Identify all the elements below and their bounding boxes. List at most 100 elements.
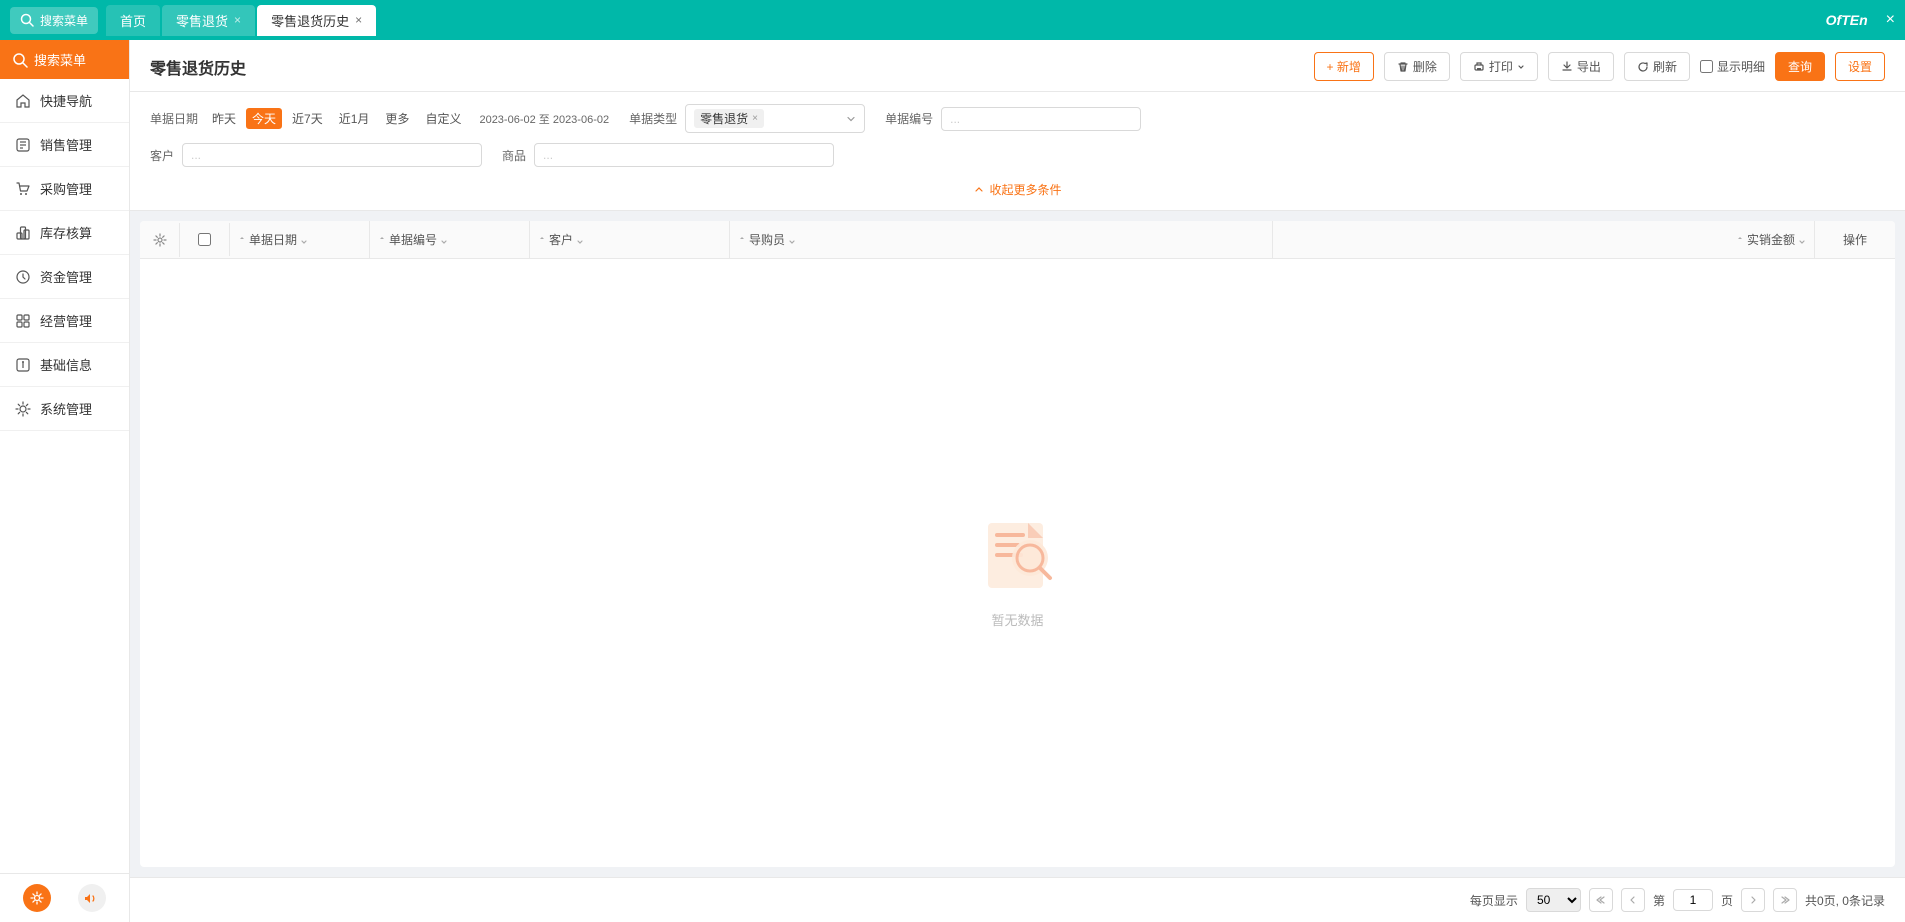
filter-order: 单据编号 ... xyxy=(885,107,1141,131)
sidebar-item-basic-info[interactable]: 基础信息 xyxy=(0,343,129,387)
tab-retail-return[interactable]: 零售退货 × xyxy=(162,5,255,36)
page-number-input[interactable] xyxy=(1673,889,1713,911)
total-label: 共0页, 0条记录 xyxy=(1805,892,1885,909)
sidebar-item-basic-info-label: 基础信息 xyxy=(40,355,92,374)
type-tag: 零售退货 × xyxy=(694,109,764,128)
first-page-icon xyxy=(1596,895,1606,905)
date-btn-7days[interactable]: 近7天 xyxy=(286,108,329,129)
tab-retail-return-history[interactable]: 零售退货历史 × xyxy=(257,5,376,36)
tab-home-label: 首页 xyxy=(120,11,146,30)
prev-page-btn[interactable] xyxy=(1621,888,1645,912)
sidebar-item-purchase[interactable]: 采购管理 xyxy=(0,167,129,211)
table-col-date[interactable]: 单据日期 xyxy=(230,221,370,258)
sort-desc-icon-date xyxy=(300,236,308,244)
table-col-order[interactable]: 单据编号 xyxy=(370,221,530,258)
tab-retail-return-history-close[interactable]: × xyxy=(355,13,362,27)
next-page-btn[interactable] xyxy=(1741,888,1765,912)
select-all-checkbox[interactable] xyxy=(198,233,211,246)
tab-retail-return-close[interactable]: × xyxy=(234,13,241,27)
table-col-action: 操作 xyxy=(1815,221,1895,258)
close-window-btn[interactable]: × xyxy=(1886,11,1895,29)
order-filter-input[interactable]: ... xyxy=(941,107,1141,131)
sort-icon-guide xyxy=(738,236,746,244)
type-tag-remove[interactable]: × xyxy=(752,113,758,124)
tab-retail-return-history-label: 零售退货历史 xyxy=(271,11,349,30)
table-col-customer[interactable]: 客户 xyxy=(530,221,730,258)
date-filter-label: 单据日期 xyxy=(150,110,198,127)
filter-row-1: 单据日期 昨天 今天 近7天 近1月 更多 自定义 2023-06-02 至 2… xyxy=(150,104,1885,133)
date-quick-btns: 昨天 今天 近7天 近1月 更多 自定义 xyxy=(206,108,467,129)
customer-filter-label: 客户 xyxy=(150,147,174,164)
page-unit: 页 xyxy=(1721,892,1733,909)
date-range-display: 2023-06-02 至 2023-06-02 xyxy=(479,111,609,127)
sidebar-item-finance-label: 资金管理 xyxy=(40,267,92,286)
table-col-checkbox[interactable] xyxy=(180,223,230,256)
sidebar-item-operation[interactable]: 经营管理 xyxy=(0,299,129,343)
show-detail-input[interactable] xyxy=(1700,60,1713,73)
date-btn-yesterday[interactable]: 昨天 xyxy=(206,108,242,129)
filter-customer: 客户 ... xyxy=(150,143,482,167)
topbar-right: OfTEn × xyxy=(1826,11,1895,29)
next-page-icon xyxy=(1748,895,1758,905)
tab-home[interactable]: 首页 xyxy=(106,5,160,36)
filter-area: 单据日期 昨天 今天 近7天 近1月 更多 自定义 2023-06-02 至 2… xyxy=(130,92,1905,211)
sidebar-item-operation-label: 经营管理 xyxy=(40,311,92,330)
brand-text: OfTEn xyxy=(1826,12,1868,28)
export-button[interactable]: 导出 xyxy=(1548,52,1614,81)
sidebar-item-finance[interactable]: 资金管理 xyxy=(0,255,129,299)
inventory-icon xyxy=(14,224,32,242)
refresh-icon xyxy=(1637,61,1649,73)
add-button[interactable]: + 新增 xyxy=(1314,52,1374,81)
order-filter-label: 单据编号 xyxy=(885,110,933,127)
sidebar-item-system[interactable]: 系统管理 xyxy=(0,387,129,431)
print-label: 打印 xyxy=(1489,58,1513,75)
print-icon xyxy=(1473,61,1485,73)
table-col-amount[interactable]: 实销金额 xyxy=(1273,221,1816,258)
type-tag-value: 零售退货 xyxy=(700,110,748,127)
sidebar-settings-btn[interactable] xyxy=(23,884,51,912)
per-page-label: 每页显示 xyxy=(1470,892,1518,909)
table-body: 暂无数据 xyxy=(140,259,1895,867)
table-col-settings[interactable] xyxy=(140,223,180,257)
show-detail-checkbox[interactable]: 显示明细 xyxy=(1700,58,1765,75)
sidebar-item-inventory[interactable]: 库存核算 xyxy=(0,211,129,255)
goods-filter-input[interactable]: ... xyxy=(534,143,834,167)
table-col-order-label: 单据编号 xyxy=(389,231,437,248)
table-settings-icon xyxy=(153,233,167,247)
tab-list: 首页 零售退货 × 零售退货历史 × xyxy=(106,5,1826,36)
date-btn-today[interactable]: 今天 xyxy=(246,108,282,129)
search-menu-btn[interactable]: 搜索菜单 xyxy=(10,7,98,34)
system-icon xyxy=(14,400,32,418)
sidebar-search[interactable]: 搜索菜单 xyxy=(0,40,129,79)
export-icon xyxy=(1561,61,1573,73)
sidebar-item-sales[interactable]: 销售管理 xyxy=(0,123,129,167)
settings-icon xyxy=(30,891,44,905)
date-btn-more[interactable]: 更多 xyxy=(379,108,415,129)
filter-type: 单据类型 零售退货 × xyxy=(629,104,865,133)
table-col-action-label: 操作 xyxy=(1843,231,1867,248)
customer-filter-input[interactable]: ... xyxy=(182,143,482,167)
pagination: 每页显示 50 100 200 第 页 共0页, 0条记录 xyxy=(130,877,1905,922)
date-btn-custom[interactable]: 自定义 xyxy=(419,108,467,129)
sort-icon-date xyxy=(238,236,246,244)
print-button[interactable]: 打印 xyxy=(1460,52,1538,81)
first-page-btn[interactable] xyxy=(1589,888,1613,912)
filter-goods: 商品 ... xyxy=(502,143,834,167)
table-col-guide[interactable]: 导购员 xyxy=(730,221,1273,258)
sidebar-item-quick-nav[interactable]: 快捷导航 xyxy=(0,79,129,123)
sidebar: 搜索菜单 快捷导航 销售管理 采购管理 库存核算 xyxy=(0,40,130,922)
query-button[interactable]: 查询 xyxy=(1775,52,1825,81)
last-page-btn[interactable] xyxy=(1773,888,1797,912)
refresh-label: 刷新 xyxy=(1653,58,1677,75)
collapse-btn[interactable]: 收起更多条件 xyxy=(973,181,1061,198)
per-page-select[interactable]: 50 100 200 xyxy=(1526,888,1581,912)
refresh-button[interactable]: 刷新 xyxy=(1624,52,1690,81)
type-filter-select[interactable]: 零售退货 × xyxy=(685,104,865,133)
page-header: 零售退货历史 + 新增 删除 打印 导出 刷新 xyxy=(130,40,1905,92)
date-btn-1month[interactable]: 近1月 xyxy=(333,108,376,129)
type-select-chevron xyxy=(846,114,856,124)
delete-button[interactable]: 删除 xyxy=(1384,52,1450,81)
sort-desc-icon-customer xyxy=(576,236,584,244)
sidebar-collapse-btn[interactable] xyxy=(78,884,106,912)
settings-button[interactable]: 设置 xyxy=(1835,52,1885,81)
